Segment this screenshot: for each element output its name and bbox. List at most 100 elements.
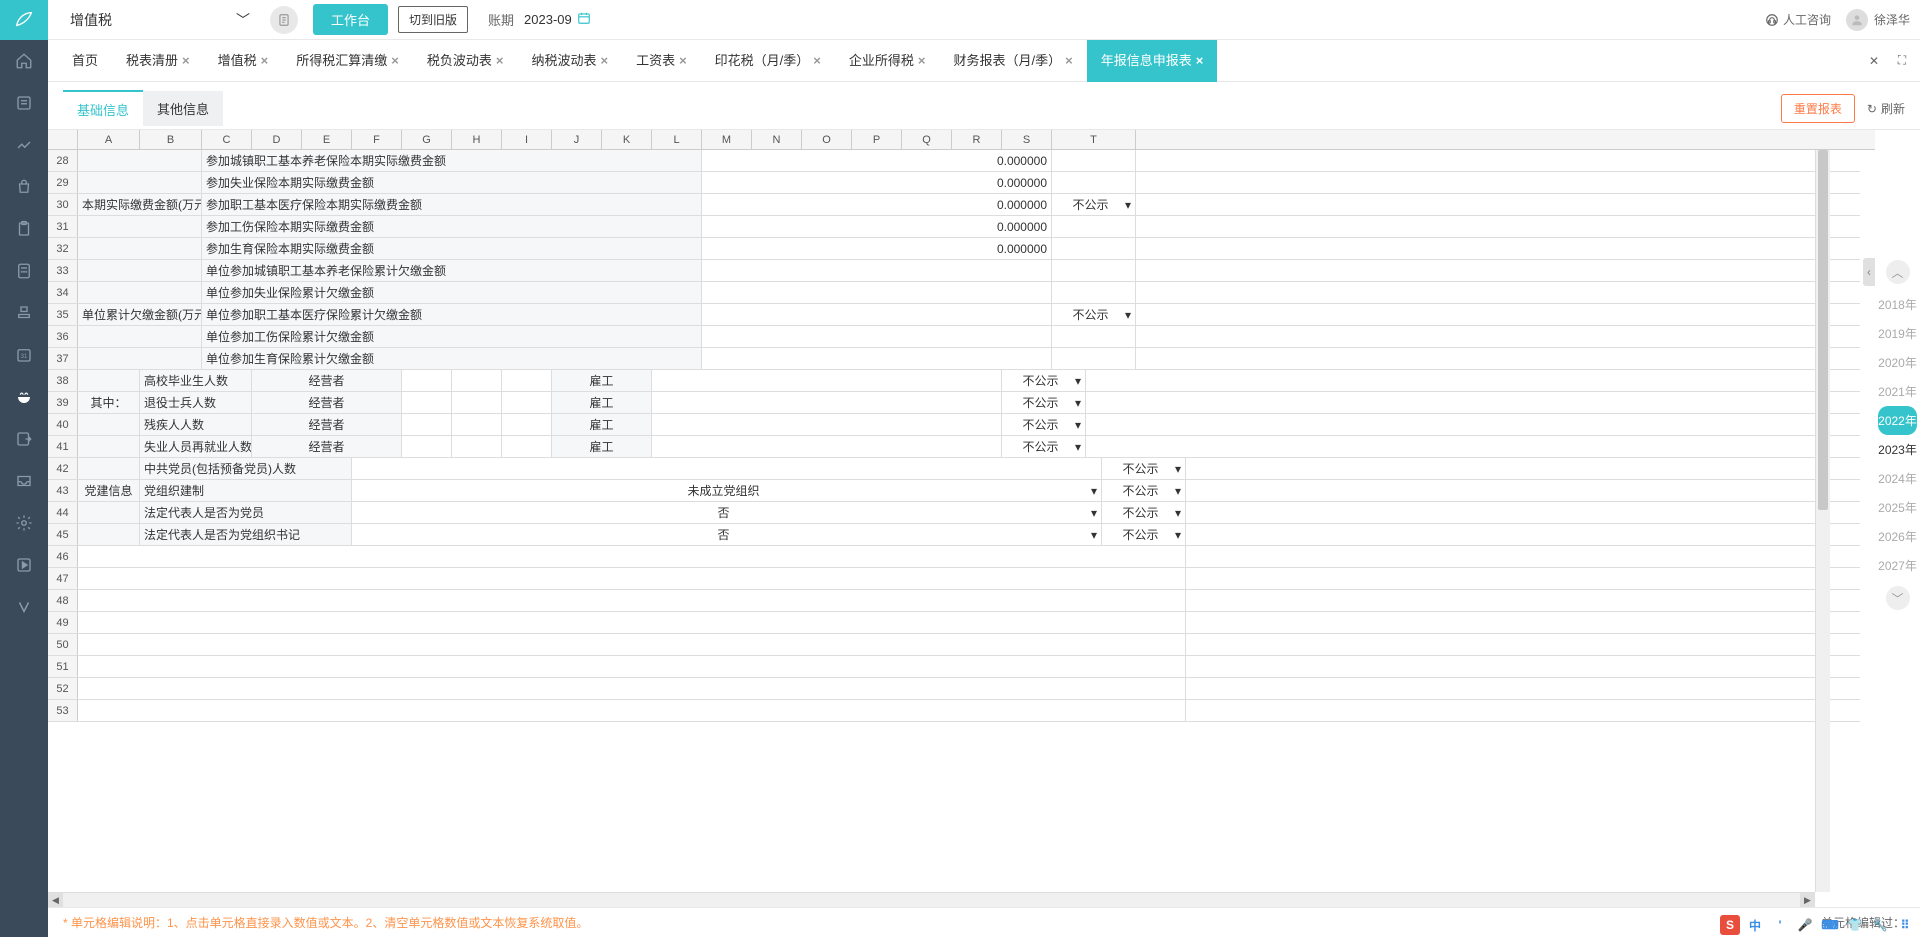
col-header-B[interactable]: B (140, 130, 202, 149)
reset-report-button[interactable]: 重置报表 (1781, 94, 1855, 123)
tab-close-icon[interactable]: × (813, 40, 821, 82)
cell[interactable] (402, 392, 452, 413)
year-down-icon[interactable]: ﹀ (1886, 586, 1910, 610)
select-all-corner[interactable] (48, 130, 78, 149)
cell[interactable] (78, 612, 1186, 633)
switch-old-button[interactable]: 切到旧版 (398, 6, 468, 33)
tab-close-icon[interactable]: × (496, 40, 504, 82)
col-header-D[interactable]: D (252, 130, 302, 149)
nav-chart-icon[interactable] (13, 134, 35, 156)
cell[interactable] (502, 392, 552, 413)
support-link[interactable]: 人工咨询 (1765, 11, 1831, 28)
year-2026年[interactable]: 2026年 (1878, 522, 1917, 551)
cell[interactable] (452, 436, 502, 457)
cell[interactable]: 0.000000 (702, 194, 1052, 215)
ime-zh-icon[interactable]: 中 (1745, 915, 1765, 935)
cell[interactable] (502, 370, 552, 391)
doc-icon[interactable] (270, 6, 298, 34)
spreadsheet[interactable]: ABCDEFGHIJKLMNOPQRST 28参加城镇职工基本养老保险本期实际缴… (48, 130, 1875, 907)
row-header-36[interactable]: 36 (48, 326, 78, 347)
row-header-28[interactable]: 28 (48, 150, 78, 171)
cell[interactable] (702, 348, 1052, 369)
cell[interactable] (652, 414, 1002, 435)
row-header-35[interactable]: 35 (48, 304, 78, 325)
cell[interactable] (1052, 216, 1136, 237)
tab-5[interactable]: 纳税波动表 × (517, 40, 622, 82)
cell[interactable] (652, 436, 1002, 457)
col-header-O[interactable]: O (802, 130, 852, 149)
row-header-48[interactable]: 48 (48, 590, 78, 611)
scroll-right-icon[interactable]: ▶ (1800, 893, 1815, 907)
row-header-49[interactable]: 49 (48, 612, 78, 633)
cell[interactable] (702, 260, 1052, 281)
col-header-N[interactable]: N (752, 130, 802, 149)
col-header-F[interactable]: F (352, 130, 402, 149)
row-header-37[interactable]: 37 (48, 348, 78, 369)
tab-4[interactable]: 税负波动表 × (413, 40, 518, 82)
nav-settings-icon[interactable] (13, 512, 35, 534)
close-all-tabs-icon[interactable]: ✕ (1864, 51, 1884, 71)
year-2020年[interactable]: 2020年 (1878, 348, 1917, 377)
tab-8[interactable]: 企业所得税 × (835, 40, 940, 82)
nav-bowl-icon[interactable] (13, 386, 35, 408)
cell[interactable]: 不公示▾ (1052, 304, 1136, 325)
row-header-33[interactable]: 33 (48, 260, 78, 281)
cell[interactable] (452, 392, 502, 413)
tab-7[interactable]: 印花税（月/季） × (701, 40, 835, 82)
cell[interactable]: 0.000000 (702, 216, 1052, 237)
nav-export-icon[interactable] (13, 428, 35, 450)
cell[interactable] (1052, 172, 1136, 193)
tab-10[interactable]: 年报信息申报表 × (1087, 40, 1218, 82)
cell[interactable] (652, 370, 1002, 391)
tab-2[interactable]: 增值税 × (204, 40, 283, 82)
nav-inbox-icon[interactable] (13, 470, 35, 492)
year-2022年[interactable]: 2022年 (1878, 406, 1917, 435)
cell[interactable] (1052, 326, 1136, 347)
cell[interactable] (402, 414, 452, 435)
year-2023年[interactable]: 2023年 (1878, 435, 1917, 464)
row-header-52[interactable]: 52 (48, 678, 78, 699)
tab-close-icon[interactable]: × (600, 40, 608, 82)
nav-date-icon[interactable]: 31 (13, 344, 35, 366)
col-header-T[interactable]: T (1052, 130, 1136, 149)
cell[interactable] (78, 568, 1186, 589)
cell[interactable] (702, 304, 1052, 325)
tab-close-icon[interactable]: × (679, 40, 687, 82)
cell[interactable] (452, 370, 502, 391)
cell[interactable]: 0.000000 (702, 238, 1052, 259)
cell[interactable] (502, 414, 552, 435)
tab-3[interactable]: 所得税汇算清缴 × (282, 40, 413, 82)
cell[interactable]: 不公示▾ (1002, 414, 1086, 435)
ime-keyboard-icon[interactable]: ⌨ (1820, 915, 1840, 935)
nav-bag-icon[interactable] (13, 176, 35, 198)
refresh-button[interactable]: ↻ 刷新 (1867, 94, 1905, 123)
cell[interactable] (1052, 348, 1136, 369)
col-header-C[interactable]: C (202, 130, 252, 149)
cell[interactable] (702, 282, 1052, 303)
row-header-47[interactable]: 47 (48, 568, 78, 589)
row-header-51[interactable]: 51 (48, 656, 78, 677)
cell[interactable]: 0.000000 (702, 172, 1052, 193)
nav-clipboard-icon[interactable] (13, 218, 35, 240)
year-2024年[interactable]: 2024年 (1878, 464, 1917, 493)
cell[interactable] (78, 546, 1186, 567)
nav-stamp-icon[interactable] (13, 302, 35, 324)
tab-9[interactable]: 财务报表（月/季） × (940, 40, 1087, 82)
cell[interactable] (1052, 260, 1136, 281)
ime-skin-icon[interactable]: 👕 (1845, 915, 1865, 935)
tab-close-icon[interactable]: × (918, 40, 926, 82)
expand-icon[interactable]: ⛶ (1892, 51, 1912, 71)
cell[interactable] (402, 436, 452, 457)
row-header-53[interactable]: 53 (48, 700, 78, 721)
subtab-other[interactable]: 其他信息 (143, 91, 223, 126)
scrollbar-thumb[interactable] (1818, 150, 1828, 510)
row-header-31[interactable]: 31 (48, 216, 78, 237)
col-header-J[interactable]: J (552, 130, 602, 149)
tab-close-icon[interactable]: × (1065, 40, 1073, 82)
ime-s-icon[interactable]: S (1720, 915, 1740, 935)
app-logo[interactable] (0, 0, 48, 40)
cell[interactable] (452, 414, 502, 435)
col-header-H[interactable]: H (452, 130, 502, 149)
tab-close-icon[interactable]: × (261, 40, 269, 82)
year-2019年[interactable]: 2019年 (1878, 319, 1917, 348)
